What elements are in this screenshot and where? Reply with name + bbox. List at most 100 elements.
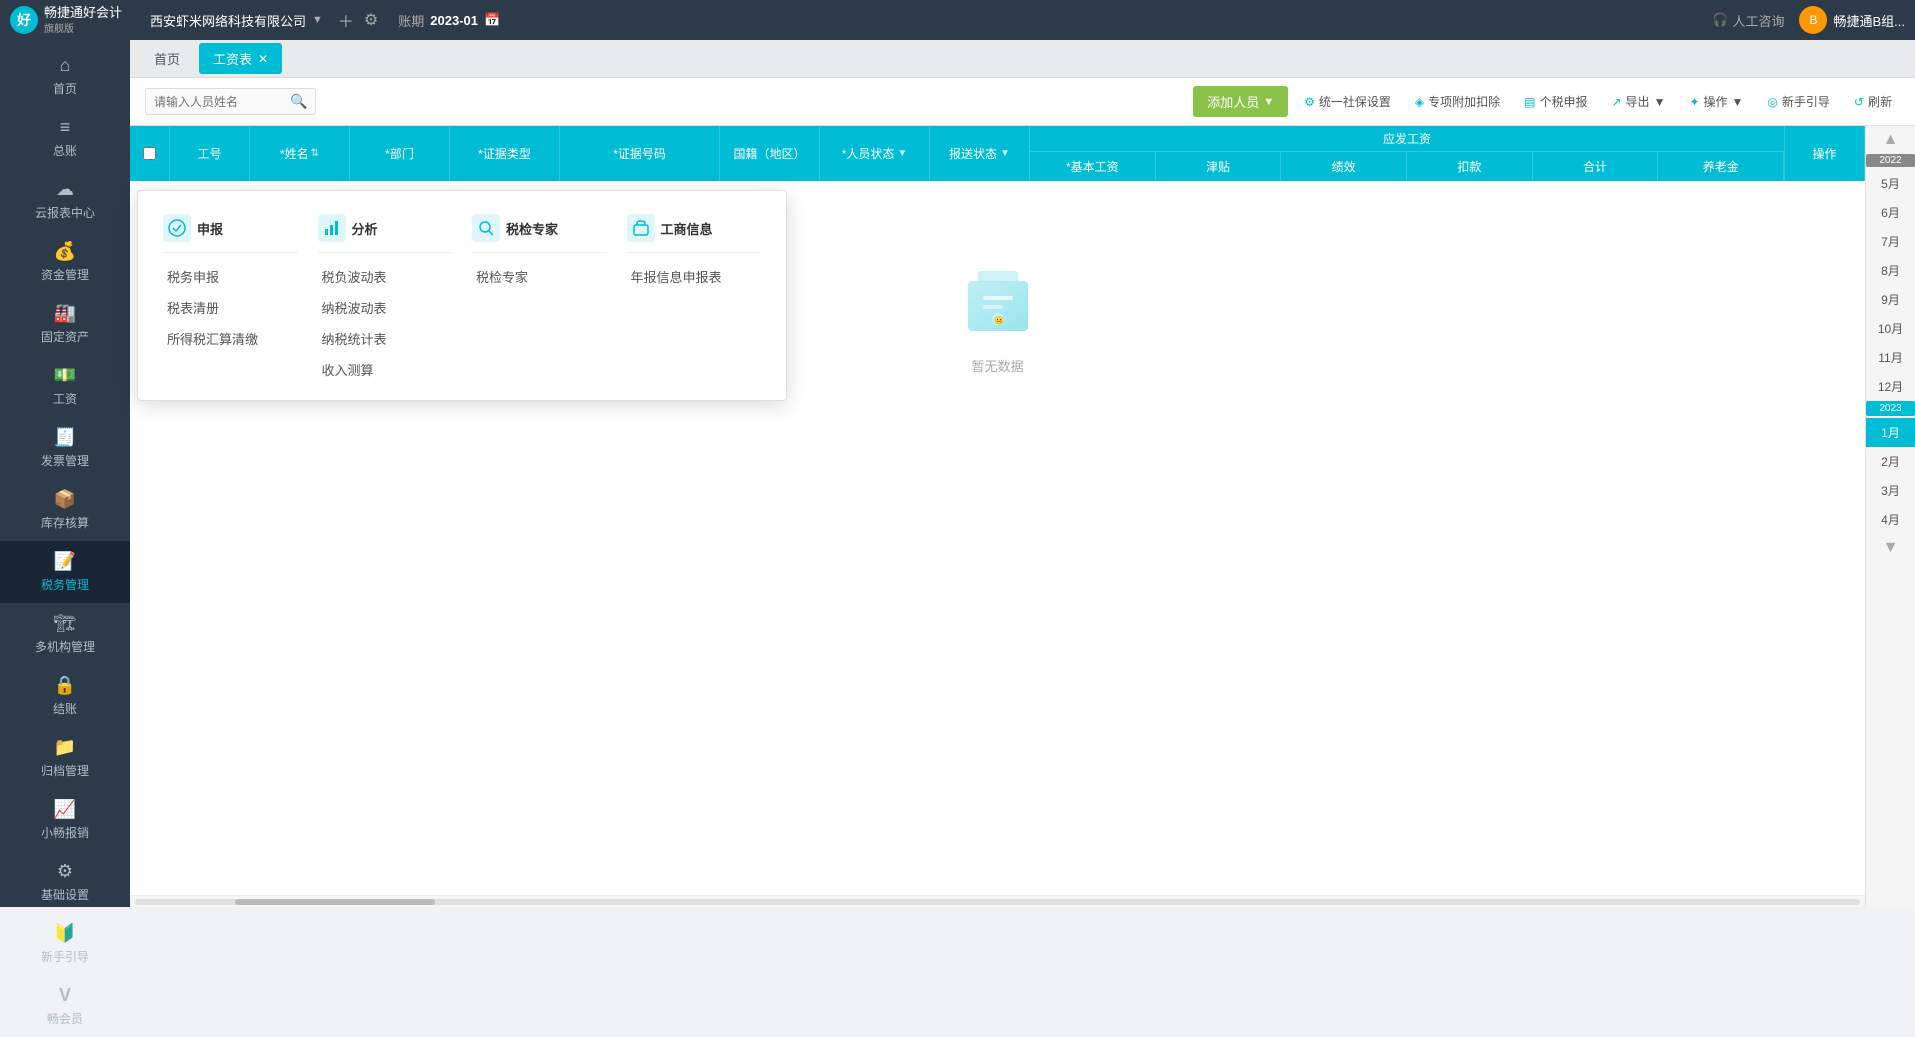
sidebar-label-closing: 结账	[53, 700, 77, 717]
th-base-salary: *基本工资	[1030, 152, 1156, 181]
sidebar-item-cloud[interactable]: ☁ 云报表中心	[0, 169, 130, 231]
sidebar-item-guide[interactable]: 🔰 新手引导	[0, 913, 130, 975]
dropdown-header-declaration: 申报	[163, 206, 298, 253]
service-button[interactable]: 🎧 人工咨询	[1712, 11, 1784, 30]
add-icon[interactable]: ＋	[338, 8, 354, 32]
social-security-icon: ⚙	[1304, 95, 1315, 109]
settings-icon[interactable]: ⚙	[364, 10, 378, 30]
user-avatar: B	[1799, 6, 1827, 34]
sidebar: ⌂ 首页 ≡ 总账 ☁ 云报表中心 💰 资金管理 🏭 固定资产 💵 工资 🧾 发…	[0, 40, 130, 907]
tab-home[interactable]: 首页	[140, 43, 194, 74]
sidebar-item-invoice[interactable]: 🧾 发票管理	[0, 417, 130, 479]
sidebar-item-assets[interactable]: 🏭 固定资产	[0, 293, 130, 355]
logo-area: 好 畅捷通好会计 旗舰版	[10, 5, 140, 36]
dropdown-col-business-info: 工商信息 年报信息申报表	[617, 206, 772, 385]
operations-label: 操作	[1704, 93, 1728, 110]
tab-home-label: 首页	[154, 52, 180, 67]
sidebar-item-tax[interactable]: 📝 税务管理	[0, 541, 130, 603]
sidebar-item-closing[interactable]: 🔒 结账	[0, 665, 130, 727]
sidebar-item-report[interactable]: 📈 小畅报销	[0, 789, 130, 851]
toolbar-action-tax-declaration[interactable]: ▤ 个税申报	[1516, 89, 1595, 114]
content-area: 首页 工资表 ✕ 🔍 添加人员 ▼ ⚙ 统一社保设置 ◈ 专	[130, 40, 1915, 907]
search-input[interactable]	[154, 95, 284, 109]
social-security-label: 统一社保设置	[1319, 93, 1391, 110]
tab-bar: 首页 工资表 ✕	[130, 40, 1915, 78]
add-dropdown-arrow: ▼	[1263, 96, 1274, 108]
th-bonus: 津贴	[1156, 152, 1282, 181]
menu-item-tax-fluctuation[interactable]: 纳税波动表	[318, 292, 453, 323]
table-scrollbar[interactable]	[130, 895, 1865, 907]
menu-item-tax-burden[interactable]: 税负波动表	[318, 261, 453, 292]
menu-item-tax-table[interactable]: 税表清册	[163, 292, 298, 323]
date-month-3[interactable]: 3月	[1866, 476, 1915, 505]
date-month-12[interactable]: 12月	[1866, 372, 1915, 401]
sidebar-label-member: 畅会员	[47, 1010, 83, 1027]
sidebar-label-home: 首页	[53, 80, 77, 97]
date-nav-down[interactable]: ▼	[1866, 534, 1915, 562]
date-month-11[interactable]: 11月	[1866, 343, 1915, 372]
date-month-4[interactable]: 4月	[1866, 505, 1915, 534]
table-header-row1: 工号 *姓名 ⇅ *部门 *证据类型 *证据号码	[130, 126, 1865, 181]
scrollbar-thumb[interactable]	[235, 899, 435, 905]
date-month-6[interactable]: 6月	[1866, 198, 1915, 227]
th-pension: 养老金	[1658, 152, 1784, 181]
sidebar-item-basic[interactable]: ⚙ 基础设置	[0, 851, 130, 913]
top-header: 好 畅捷通好会计 旗舰版 西安虾米网络科技有限公司 ▼ ＋ ⚙ 账期 2023-…	[0, 0, 1915, 40]
menu-item-annual-report[interactable]: 年报信息申报表	[627, 261, 762, 292]
operations-icon: ✦	[1689, 95, 1699, 109]
sort-icon-name[interactable]: ⇅	[311, 148, 319, 159]
select-all-checkbox[interactable]	[143, 147, 156, 160]
user-info[interactable]: B 畅捷通B组...	[1799, 6, 1905, 34]
sidebar-item-multi-org[interactable]: 🏗 多机构管理	[0, 603, 130, 665]
toolbar-action-operations[interactable]: ✦ 操作 ▼	[1681, 89, 1751, 114]
sidebar-item-home[interactable]: ⌂ 首页	[0, 45, 130, 107]
toolbar-action-refresh[interactable]: ↺ 刷新	[1846, 89, 1900, 114]
add-person-button[interactable]: 添加人员 ▼	[1193, 86, 1288, 117]
calendar-icon[interactable]: 📅	[484, 12, 500, 28]
export-label: 导出	[1626, 93, 1650, 110]
sidebar-item-funds[interactable]: 💰 资金管理	[0, 231, 130, 293]
header-right: 🎧 人工咨询 B 畅捷通B组...	[1712, 6, 1905, 34]
period-label: 账期	[398, 11, 424, 30]
tab-close-icon[interactable]: ✕	[258, 52, 268, 66]
date-month-9[interactable]: 9月	[1866, 285, 1915, 314]
date-nav-up[interactable]: ▲	[1866, 126, 1915, 154]
sidebar-item-inventory[interactable]: 📦 库存核算	[0, 479, 130, 541]
search-box: 🔍	[145, 88, 316, 115]
sidebar-item-member[interactable]: V 畅会员	[0, 975, 130, 1037]
menu-item-tax-stats[interactable]: 纳税统计表	[318, 323, 453, 354]
date-month-7[interactable]: 7月	[1866, 227, 1915, 256]
tab-salary[interactable]: 工资表 ✕	[199, 43, 282, 74]
menu-item-tax-declaration[interactable]: 税务申报	[163, 261, 298, 292]
date-month-2[interactable]: 2月	[1866, 447, 1915, 476]
th-deduction: 扣款	[1407, 152, 1533, 181]
company-selector[interactable]: 西安虾米网络科技有限公司 ▼	[150, 11, 323, 30]
guide-toolbar-icon: ◎	[1767, 95, 1777, 109]
salary-group-label: 应发工资	[1030, 126, 1784, 152]
menu-item-tax-expert[interactable]: 税检专家	[472, 261, 607, 292]
th-country: 国籍（地区）	[720, 126, 820, 181]
report-filter[interactable]: 报送状态 ▼	[949, 145, 1010, 162]
toolbar-action-export[interactable]: ↗ 导出 ▼	[1603, 89, 1673, 114]
date-panel: ▲ 2022 5月 6月 7月 8月 9月 10月 11月 12月 2023 1…	[1865, 126, 1915, 907]
sidebar-item-archive[interactable]: 📁 归档管理	[0, 727, 130, 789]
th-checkbox[interactable]	[130, 126, 170, 181]
date-month-10[interactable]: 10月	[1866, 314, 1915, 343]
tax-declaration-label: 个税申报	[1539, 93, 1587, 110]
period-area: 账期 2023-01 📅	[398, 11, 500, 30]
status-filter[interactable]: *人员状态 ▼	[842, 145, 908, 162]
date-month-8[interactable]: 8月	[1866, 256, 1915, 285]
menu-item-income-estimate[interactable]: 收入测算	[318, 354, 453, 385]
menu-item-income-tax-settlement[interactable]: 所得税汇算清缴	[163, 323, 298, 354]
th-report: 报送状态 ▼	[930, 126, 1030, 181]
toolbar-action-guide[interactable]: ◎ 新手引导	[1759, 89, 1838, 114]
date-year-prev: 2022	[1866, 154, 1915, 167]
sidebar-item-salary[interactable]: 💵 工资	[0, 355, 130, 417]
sidebar-item-ledger[interactable]: ≡ 总账	[0, 107, 130, 169]
date-month-1[interactable]: 1月	[1866, 418, 1915, 447]
member-icon: V	[59, 985, 71, 1006]
toolbar-action-social-security[interactable]: ⚙ 统一社保设置	[1296, 89, 1399, 114]
date-month-5[interactable]: 5月	[1866, 169, 1915, 198]
toolbar-action-special-deduction[interactable]: ◈ 专项附加扣除	[1407, 89, 1508, 114]
sidebar-label-basic: 基础设置	[41, 886, 89, 903]
